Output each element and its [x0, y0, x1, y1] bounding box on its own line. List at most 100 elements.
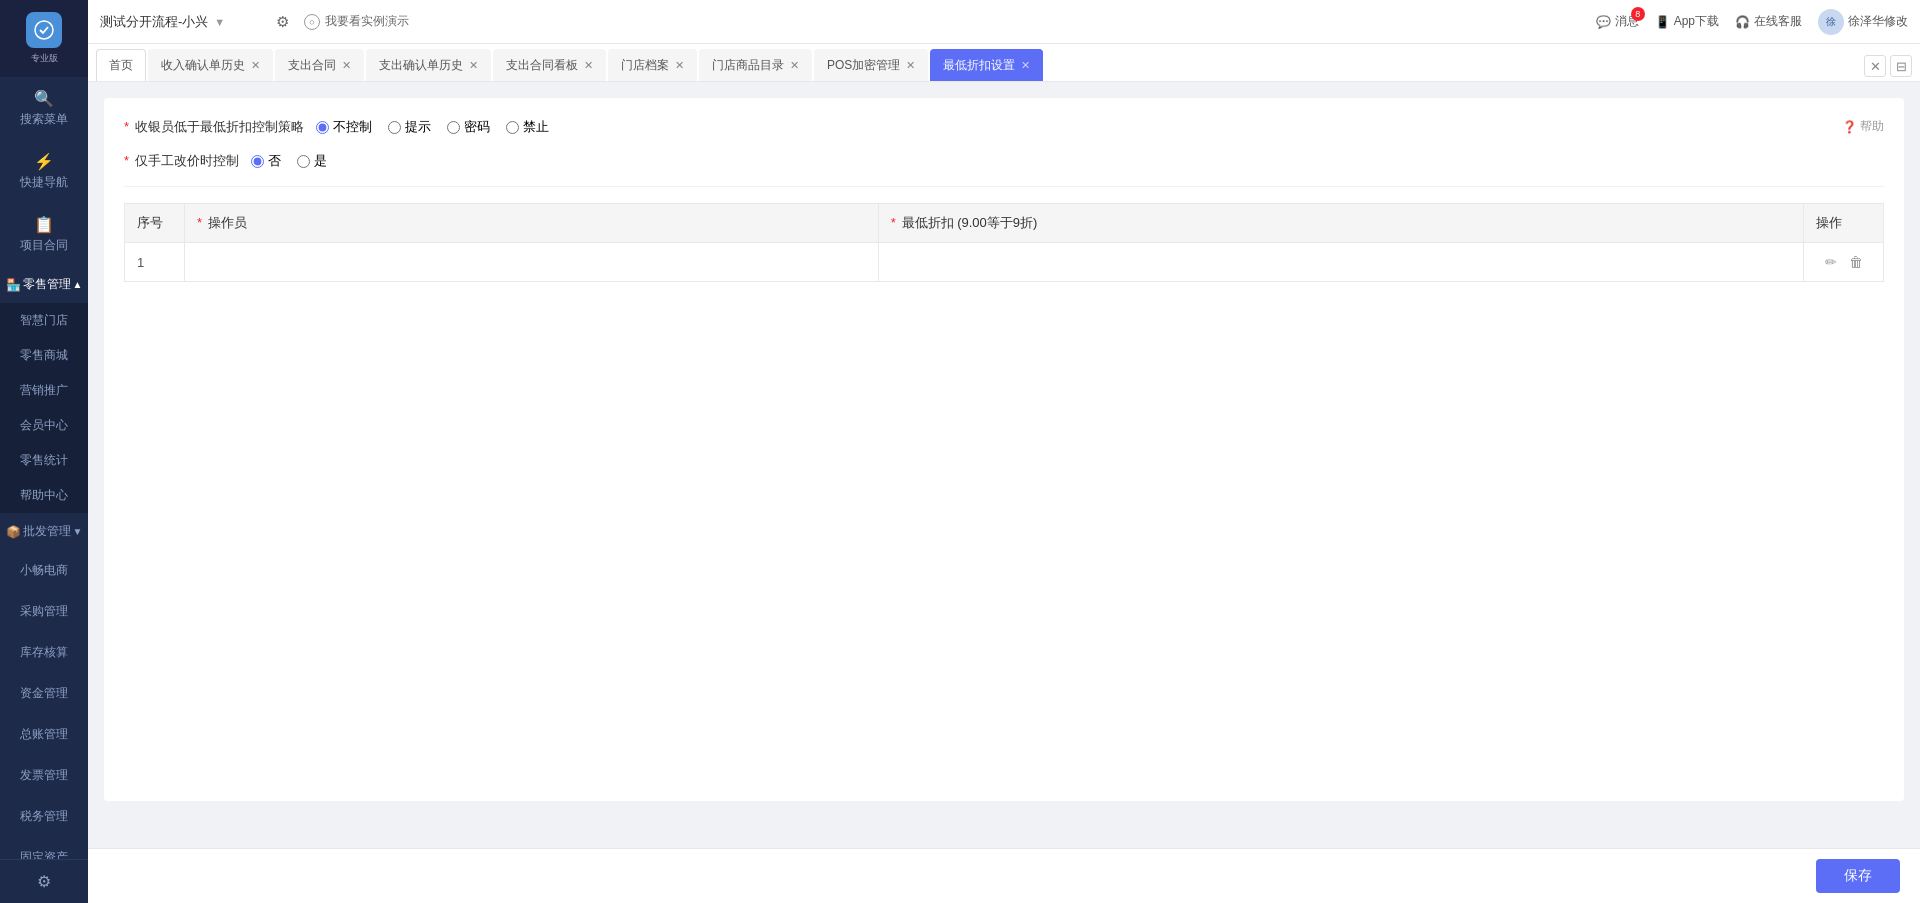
radio-no-control-input[interactable]	[316, 121, 329, 134]
app-download-btn[interactable]: 📱 App下载	[1655, 13, 1719, 30]
payment-contract-label: 支出合同	[288, 57, 336, 74]
headset-icon: 🎧	[1735, 15, 1750, 29]
radio-hint-input[interactable]	[388, 121, 401, 134]
sidebar: 专业版 🔍 搜索菜单 ⚡ 快捷导航 📋 项目合同 🏪 零售管理 ▲ 智慧门店	[0, 0, 88, 903]
user-profile-btn[interactable]: 徐 徐泽华修改	[1818, 9, 1908, 35]
close-payment-board-btn[interactable]: ✕	[584, 59, 593, 72]
radio-password-label: 密码	[464, 118, 490, 136]
customer-service-btn[interactable]: 🎧 在线客服	[1735, 13, 1802, 30]
wholesale-icon: 📦	[6, 525, 21, 539]
tab-payment-board[interactable]: 支出合同看板 ✕	[493, 49, 606, 81]
help-btn[interactable]: ❓ 帮助	[1842, 118, 1884, 135]
tab-store-product[interactable]: 门店商品目录 ✕	[699, 49, 812, 81]
sidebar-item-tax[interactable]: 税务管理	[0, 796, 88, 837]
close-all-tabs-btn[interactable]: ✕	[1864, 55, 1886, 77]
col-header-operator: * 操作员	[185, 204, 879, 243]
sidebar-item-help[interactable]: 帮助中心	[0, 478, 88, 513]
payment-confirm-label: 支出确认单历史	[379, 57, 463, 74]
manual-control-label: * 仅手工改价时控制	[124, 152, 239, 170]
home-tab-label: 首页	[109, 57, 133, 74]
sidebar-label-retail-stats: 零售统计	[20, 453, 68, 467]
sidebar-item-marketing[interactable]: 营销推广	[0, 373, 88, 408]
radio-manual-no-label: 否	[268, 152, 281, 170]
close-min-discount-btn[interactable]: ✕	[1021, 59, 1030, 72]
demo-link[interactable]: ○ 我要看实例演示	[304, 13, 409, 30]
radio-manual-no-input[interactable]	[251, 155, 264, 168]
radio-hint[interactable]: 提示	[388, 118, 431, 136]
sidebar-item-retail-stats[interactable]: 零售统计	[0, 443, 88, 478]
store-file-label: 门店档案	[621, 57, 669, 74]
radio-forbid-input[interactable]	[506, 121, 519, 134]
contract-icon: 📋	[34, 215, 54, 234]
sidebar-label-finance: 资金管理	[20, 685, 68, 702]
sidebar-label-ecommerce: 小畅电商	[20, 562, 68, 579]
message-btn[interactable]: 💬 消息 8	[1596, 13, 1639, 30]
close-store-file-btn[interactable]: ✕	[675, 59, 684, 72]
table-row: 1 ✏ 🗑	[125, 243, 1884, 282]
app-version-label: 专业版	[31, 52, 58, 65]
sidebar-item-finance[interactable]: 资金管理	[0, 673, 88, 714]
sidebar-label-help: 帮助中心	[20, 488, 68, 502]
sidebar-item-smart-store[interactable]: 智慧门店	[0, 303, 88, 338]
sidebar-retail-header[interactable]: 🏪 零售管理 ▲	[0, 266, 88, 303]
radio-forbid[interactable]: 禁止	[506, 118, 549, 136]
radio-no-control[interactable]: 不控制	[316, 118, 372, 136]
save-button[interactable]: 保存	[1816, 859, 1900, 893]
close-store-product-btn[interactable]: ✕	[790, 59, 799, 72]
tabs-menu-btn[interactable]: ⊟	[1890, 55, 1912, 77]
sidebar-label-invoice: 发票管理	[20, 767, 68, 784]
sidebar-item-inventory[interactable]: 库存核算	[0, 632, 88, 673]
sidebar-item-ledger[interactable]: 总账管理	[0, 714, 88, 755]
tab-payment-contract[interactable]: 支出合同 ✕	[275, 49, 364, 81]
delete-row-btn[interactable]: 🗑	[1845, 251, 1867, 273]
radio-manual-no[interactable]: 否	[251, 152, 281, 170]
logo-icon	[26, 12, 62, 48]
tab-payment-confirm[interactable]: 支出确认单历史 ✕	[366, 49, 491, 81]
cell-action: ✏ 🗑	[1804, 243, 1884, 282]
svg-point-0	[35, 21, 53, 39]
form-section: ❓ 帮助 * 收银员低于最低折扣控制策略 不控制	[124, 118, 1884, 187]
project-selector[interactable]: 测试分开流程-小兴 ▼	[100, 13, 260, 31]
tab-home[interactable]: 首页	[96, 49, 146, 81]
tab-income-confirm[interactable]: 收入确认单历史 ✕	[148, 49, 273, 81]
sidebar-item-member[interactable]: 会员中心	[0, 408, 88, 443]
message-badge: 8	[1631, 7, 1645, 21]
app-logo: 专业版	[0, 0, 88, 77]
user-name: 徐泽华修改	[1848, 13, 1908, 30]
radio-manual-yes[interactable]: 是	[297, 152, 327, 170]
sidebar-section-wholesale: 📦 批发管理 ▼	[0, 513, 88, 550]
content-area: ❓ 帮助 * 收银员低于最低折扣控制策略 不控制	[88, 82, 1920, 903]
sidebar-item-quicknav[interactable]: ⚡ 快捷导航	[0, 140, 88, 203]
tab-store-file[interactable]: 门店档案 ✕	[608, 49, 697, 81]
close-pos-password-btn[interactable]: ✕	[906, 59, 915, 72]
sidebar-label-ledger: 总账管理	[20, 726, 68, 743]
sidebar-wholesale-header[interactable]: 📦 批发管理 ▼	[0, 513, 88, 550]
row-seq-value: 1	[137, 255, 144, 270]
topbar-settings-btn[interactable]: ⚙	[268, 8, 296, 36]
search-icon: 🔍	[34, 89, 54, 108]
customer-service-label: 在线客服	[1754, 13, 1802, 30]
tab-pos-password[interactable]: POS加密管理 ✕	[814, 49, 928, 81]
topbar-right: 💬 消息 8 📱 App下载 🎧 在线客服 徐 徐泽华修改	[1596, 9, 1908, 35]
sidebar-item-ecommerce[interactable]: 小畅电商	[0, 550, 88, 591]
close-payment-confirm-btn[interactable]: ✕	[469, 59, 478, 72]
sidebar-settings-btn[interactable]: ⚙	[0, 859, 88, 903]
footer-bar: 保存	[88, 848, 1920, 903]
sidebar-item-search[interactable]: 🔍 搜索菜单	[0, 77, 88, 140]
table-header-row: 序号 * 操作员 * 最低折扣 (9.00等于9折) 操作	[125, 204, 1884, 243]
sidebar-item-retail-mall[interactable]: 零售商城	[0, 338, 88, 373]
radio-password[interactable]: 密码	[447, 118, 490, 136]
close-income-confirm-btn[interactable]: ✕	[251, 59, 260, 72]
tabbar: 首页 收入确认单历史 ✕ 支出合同 ✕ 支出确认单历史 ✕ 支出合同看板 ✕ 门…	[88, 44, 1920, 82]
sidebar-item-invoice[interactable]: 发票管理	[0, 755, 88, 796]
radio-password-input[interactable]	[447, 121, 460, 134]
cell-operator	[185, 243, 879, 282]
sidebar-item-contract[interactable]: 📋 项目合同	[0, 203, 88, 266]
radio-manual-yes-input[interactable]	[297, 155, 310, 168]
edit-row-btn[interactable]: ✏	[1820, 251, 1842, 273]
sidebar-item-fixed-assets[interactable]: 固定资产	[0, 837, 88, 859]
sidebar-item-purchase[interactable]: 采购管理	[0, 591, 88, 632]
tab-min-discount[interactable]: 最低折扣设置 ✕	[930, 49, 1043, 81]
close-payment-contract-btn[interactable]: ✕	[342, 59, 351, 72]
sidebar-label-purchase: 采购管理	[20, 603, 68, 620]
